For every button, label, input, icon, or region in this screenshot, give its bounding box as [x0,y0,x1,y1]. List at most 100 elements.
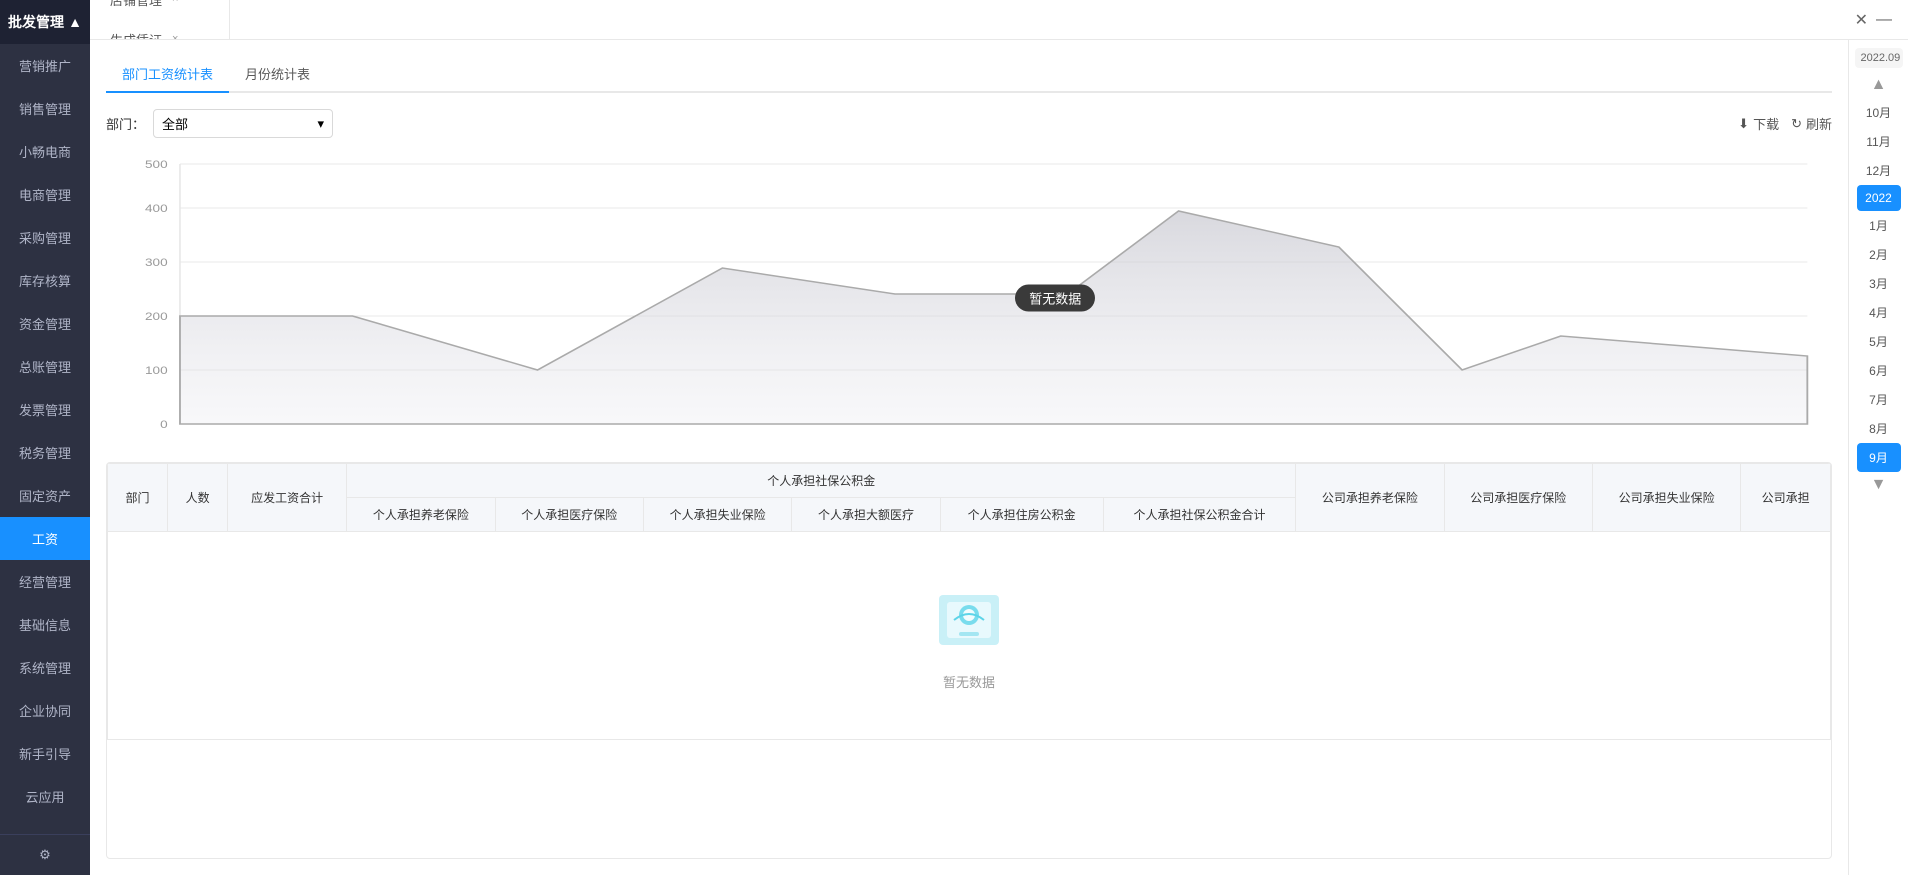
dept-label: 部门： [106,114,145,133]
toolbar-left: 部门： 全部 ▾ [106,109,333,138]
toolbar: 部门： 全部 ▾ ⬇ 下载 ↻ 刷新 [106,109,1832,138]
sidebar-item-invoice[interactable]: 发票管理 [0,388,90,431]
tab-minimize-icon[interactable]: — [1876,11,1892,29]
cal-months: 10月11月12月20221月2月3月4月5月6月7月8月9月 [1857,98,1901,472]
download-button[interactable]: ⬇ 下载 [1738,114,1779,133]
tab-close-store-mgmt[interactable]: × [172,0,178,5]
tab-label-voucher: 生成凭证 [110,30,162,40]
col-dept: 部门 [108,464,168,532]
sidebar-item-guide[interactable]: 新手引导 [0,732,90,775]
sidebar-items: 营销推广销售管理小畅电商电商管理采购管理库存核算资金管理总账管理发票管理税务管理… [0,44,90,818]
col-count: 人数 [168,464,228,532]
col-company-misc: 公司承担 [1741,464,1831,532]
cal-month-0[interactable]: 10月 [1857,98,1901,127]
sidebar-collapse-icon: ▲ [68,14,82,30]
sidebar-item-finance[interactable]: 资金管理 [0,302,90,345]
sidebar-item-assets[interactable]: 固定资产 [0,474,90,517]
sidebar-item-ecommerce[interactable]: 电商管理 [0,173,90,216]
col-group-individual: 个人承担社保公积金 [347,464,1296,498]
empty-state: 暂无数据 [120,540,1818,731]
svg-text:500: 500 [145,158,168,170]
sidebar: 批发管理 ▲ 营销推广销售管理小畅电商电商管理采购管理库存核算资金管理总账管理发… [0,0,90,875]
col-company-pension: 公司承担养老保险 [1296,464,1444,532]
settings-icon: ⚙ [39,847,51,862]
cal-month-12[interactable]: 9月 [1857,443,1901,472]
sidebar-item-marketing[interactable]: 营销推广 [0,44,90,87]
col-ind-total: 个人承担社保公积金合计 [1103,498,1296,532]
tab-list: 首页门店商品目录×销售单×店铺管理×生成凭证×应收应付调整单×工资表×工资统计报… [98,0,230,40]
svg-text:400: 400 [145,202,168,214]
sidebar-item-salary[interactable]: 工资 [0,517,90,560]
svg-text:300: 300 [145,256,168,268]
tab-dept[interactable]: 部门工资统计表 [106,56,229,93]
toolbar-right: ⬇ 下载 ↻ 刷新 [1738,114,1832,133]
content-area: 部门工资统计表 月份统计表 部门： 全部 ▾ ⬇ 下载 [90,40,1908,875]
col-ind-pension: 个人承担养老保险 [347,498,495,532]
empty-icon [929,580,1009,660]
sidebar-item-cloud[interactable]: 云应用 [0,775,90,818]
sidebar-settings-button[interactable]: ⚙ [0,834,90,875]
refresh-label: 刷新 [1806,114,1832,133]
sidebar-item-inventory[interactable]: 库存核算 [0,259,90,302]
cal-month-10[interactable]: 7月 [1857,385,1901,414]
cal-month-7[interactable]: 4月 [1857,298,1901,327]
tab-bar: 首页门店商品目录×销售单×店铺管理×生成凭证×应收应付调整单×工资表×工资统计报… [90,0,1908,40]
sidebar-item-sales[interactable]: 销售管理 [0,87,90,130]
svg-text:200: 200 [145,310,168,322]
sidebar-item-ledger[interactable]: 总账管理 [0,345,90,388]
tab-bar-controls: ✕ — [1847,10,1900,30]
cal-month-11[interactable]: 8月 [1857,414,1901,443]
col-company-medical: 公司承担医疗保险 [1444,464,1592,532]
sidebar-item-system[interactable]: 系统管理 [0,646,90,689]
chevron-down-icon: ▾ [317,116,324,132]
tab-label-store-mgmt: 店铺管理 [110,0,162,9]
page-content: 部门工资统计表 月份统计表 部门： 全部 ▾ ⬇ 下载 [90,40,1848,875]
col-ind-major-medical: 个人承担大额医疗 [792,498,940,532]
chart-container: 0 100 200 300 400 500 [106,154,1832,454]
cal-month-5[interactable]: 2月 [1857,240,1901,269]
dept-select[interactable]: 全部 ▾ [153,109,333,138]
cal-month-2[interactable]: 12月 [1857,156,1901,185]
cal-month-3[interactable]: 2022 [1857,185,1901,211]
refresh-icon: ↻ [1791,116,1802,132]
tab-store-mgmt[interactable]: 店铺管理 × [98,0,230,20]
tab-month[interactable]: 月份统计表 [229,56,326,93]
svg-text:100: 100 [145,364,168,376]
col-company-unemployment: 公司承担失业保险 [1593,464,1741,532]
sidebar-item-basic[interactable]: 基础信息 [0,603,90,646]
sidebar-item-operations[interactable]: 经营管理 [0,560,90,603]
cal-month-8[interactable]: 5月 [1857,327,1901,356]
cal-month-9[interactable]: 6月 [1857,356,1901,385]
sidebar-item-enterprise[interactable]: 企业协同 [0,689,90,732]
cal-next-button[interactable]: ▼ [1871,472,1887,498]
chart-no-data-badge: 暂无数据 [1015,285,1095,312]
area-chart: 0 100 200 300 400 500 [106,154,1832,454]
sidebar-item-purchase[interactable]: 采购管理 [0,216,90,259]
empty-text: 暂无数据 [943,672,995,691]
sidebar-top-button[interactable]: 批发管理 ▲ [0,0,90,44]
table-empty-row: 暂无数据 [108,532,1831,740]
main-area: 首页门店商品目录×销售单×店铺管理×生成凭证×应收应付调整单×工资表×工资统计报… [90,0,1908,875]
sidebar-top-label: 批发管理 [8,12,64,32]
cal-month-4[interactable]: 1月 [1857,211,1901,240]
download-icon: ⬇ [1738,116,1749,132]
col-total: 应发工资合计 [228,464,347,532]
tab-close-icon[interactable]: ✕ [1855,10,1868,30]
sidebar-item-tax[interactable]: 税务管理 [0,431,90,474]
cal-year-label: 2022.09 [1855,48,1903,68]
dept-select-value: 全部 [162,114,188,133]
col-ind-housing: 个人承担住房公积金 [940,498,1103,532]
svg-text:0: 0 [160,418,168,430]
cal-month-1[interactable]: 11月 [1857,127,1901,156]
cal-prev-button[interactable]: ▲ [1871,72,1887,98]
download-label: 下载 [1753,114,1779,133]
col-ind-medical: 个人承担医疗保险 [495,498,643,532]
sidebar-item-ecommerce-small[interactable]: 小畅电商 [0,130,90,173]
refresh-button[interactable]: ↻ 刷新 [1791,114,1832,133]
calendar-panel: 2022.09 ▲ 10月11月12月20221月2月3月4月5月6月7月8月9… [1848,40,1908,875]
tab-voucher[interactable]: 生成凭证× [98,20,230,41]
col-ind-unemployment: 个人承担失业保险 [643,498,791,532]
cal-month-6[interactable]: 3月 [1857,269,1901,298]
table-wrapper[interactable]: 部门 人数 应发工资合计 个人承担社保公积金 公司承担养老保险 公司承担医疗保险… [106,462,1832,859]
sub-tab-bar: 部门工资统计表 月份统计表 [106,56,1832,93]
